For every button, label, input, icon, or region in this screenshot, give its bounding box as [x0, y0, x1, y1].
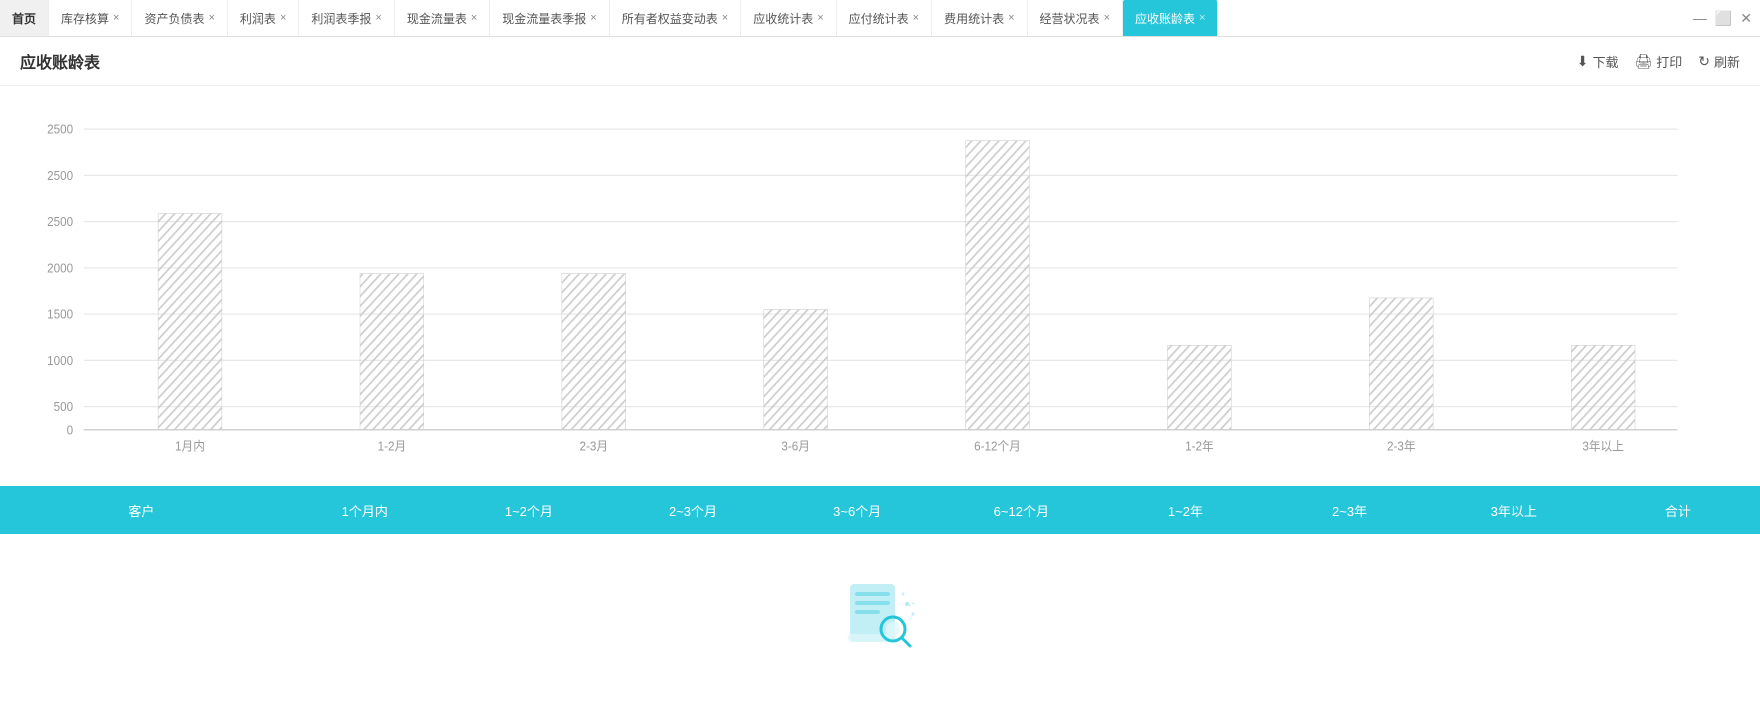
table-header-row: 客户1个月内1~2个月2~3个月3~6个月6~12个月1~2年2~3年3年以上合…: [0, 486, 1760, 534]
tab-label-expense-stats: 费用统计表: [944, 10, 1004, 27]
tab-close-equity[interactable]: ×: [722, 12, 728, 24]
tab-operations[interactable]: 经营状况表 ×: [1028, 0, 1123, 36]
tab-balance-sheet[interactable]: 资产负债表 ×: [132, 0, 227, 36]
aging-chart: 2500 2500 2500 2000 1500 1000 500 0 1月内 …: [20, 106, 1720, 476]
th-6: 1~2年: [1103, 501, 1267, 520]
tab-close-cashflow[interactable]: ×: [471, 12, 477, 24]
svg-text:2-3月: 2-3月: [579, 439, 608, 454]
tab-expense-stats[interactable]: 费用统计表 ×: [932, 0, 1027, 36]
tab-bar: 首页库存核算×资产负债表×利润表×利润表季报×现金流量表×现金流量表季报×所有者…: [0, 0, 1760, 37]
th-8: 3年以上: [1432, 501, 1596, 520]
main-content: 2500 2500 2500 2000 1500 1000 500 0 1月内 …: [0, 86, 1760, 724]
th-5: 6~12个月: [939, 501, 1103, 520]
tab-profit[interactable]: 利润表 ×: [228, 0, 299, 36]
page-header: 应收账龄表 ⬇ 下载 🖨 打印 ↻ 刷新: [0, 37, 1760, 86]
th-3: 2~3个月: [611, 501, 775, 520]
tab-close-balance-sheet[interactable]: ×: [208, 12, 214, 24]
tab-close-ap-stats[interactable]: ×: [913, 12, 919, 24]
tab-label-balance-sheet: 资产负债表: [144, 10, 204, 27]
tab-profit-quarterly[interactable]: 利润表季报 ×: [299, 0, 394, 36]
tab-close-ar-stats[interactable]: ×: [817, 12, 823, 24]
bar-2-3yue: [562, 274, 626, 430]
tab-label-ap-stats: 应付统计表: [849, 10, 909, 27]
svg-text:1000: 1000: [47, 354, 73, 369]
tab-equity[interactable]: 所有者权益变动表 ×: [610, 0, 741, 36]
print-label: 打印: [1656, 52, 1682, 71]
refresh-button[interactable]: ↻ 刷新: [1698, 52, 1740, 71]
svg-text:2-3年: 2-3年: [1387, 439, 1416, 454]
svg-text:1500: 1500: [47, 307, 73, 322]
page-title: 应收账龄表: [20, 49, 100, 73]
tab-cashflow-quarterly[interactable]: 现金流量表季报 ×: [490, 0, 609, 36]
tab-label-ar-aging: 应收账龄表: [1135, 10, 1195, 27]
svg-text:1-2年: 1-2年: [1185, 439, 1214, 454]
svg-text:2500: 2500: [47, 169, 73, 184]
svg-text:2500: 2500: [47, 215, 73, 230]
window-controls: — ⬜ ✕: [1693, 10, 1760, 27]
svg-text:3年以上: 3年以上: [1582, 439, 1624, 454]
minimize-button[interactable]: —: [1693, 10, 1707, 26]
tab-label-equity: 所有者权益变动表: [622, 10, 718, 27]
tab-ar-aging[interactable]: 应收账龄表 ×: [1123, 0, 1218, 36]
tab-label-cashflow: 现金流量表: [407, 10, 467, 27]
empty-icon: [835, 574, 925, 664]
tab-close-operations[interactable]: ×: [1104, 12, 1110, 24]
svg-text:2000: 2000: [47, 261, 73, 276]
tab-close-cashflow-quarterly[interactable]: ×: [590, 12, 596, 24]
tab-close-profit[interactable]: ×: [280, 12, 286, 24]
th-9: 合计: [1596, 501, 1760, 520]
tabs-container: 首页库存核算×资产负债表×利润表×利润表季报×现金流量表×现金流量表季报×所有者…: [0, 0, 1693, 36]
bar-1-2nian: [1168, 345, 1232, 429]
svg-text:2500: 2500: [47, 122, 73, 137]
tab-close-expense-stats[interactable]: ×: [1008, 12, 1014, 24]
download-label: 下载: [1592, 52, 1618, 71]
bar-3nian-above: [1571, 345, 1635, 429]
tab-home[interactable]: 首页: [0, 0, 49, 36]
refresh-icon: ↻: [1698, 53, 1710, 70]
tab-label-inventory: 库存核算: [61, 10, 109, 27]
tab-inventory[interactable]: 库存核算 ×: [49, 0, 132, 36]
svg-text:1-2月: 1-2月: [378, 439, 407, 454]
bar-6-12yue: [966, 141, 1030, 430]
tab-label-operations: 经营状况表: [1040, 10, 1100, 27]
download-button[interactable]: ⬇ 下载: [1577, 52, 1619, 71]
bar-1-2yue: [360, 274, 424, 430]
svg-text:1月内: 1月内: [175, 439, 205, 454]
close-button[interactable]: ✕: [1740, 10, 1752, 27]
bar-3-6yue: [764, 310, 828, 430]
th-2: 1~2个月: [447, 501, 611, 520]
empty-state: [0, 534, 1760, 724]
tab-ap-stats[interactable]: 应付统计表 ×: [837, 0, 932, 36]
print-icon: 🖨: [1634, 53, 1652, 70]
svg-text:0: 0: [67, 423, 74, 438]
th-7: 2~3年: [1268, 501, 1432, 520]
tab-close-inventory[interactable]: ×: [113, 12, 119, 24]
tab-label-home: 首页: [12, 10, 36, 27]
tab-label-profit: 利润表: [240, 10, 276, 27]
tab-close-profit-quarterly[interactable]: ×: [375, 12, 381, 24]
tab-label-profit-quarterly: 利润表季报: [311, 10, 371, 27]
th-0: 客户: [0, 501, 283, 520]
bar-1yue: [158, 214, 222, 430]
download-icon: ⬇: [1577, 53, 1589, 70]
bar-2-3nian: [1369, 298, 1433, 430]
header-actions: ⬇ 下载 🖨 打印 ↻ 刷新: [1577, 52, 1740, 71]
print-button[interactable]: 🖨 打印: [1634, 52, 1682, 71]
th-4: 3~6个月: [775, 501, 939, 520]
tab-close-ar-aging[interactable]: ×: [1199, 12, 1205, 24]
tab-ar-stats[interactable]: 应收统计表 ×: [741, 0, 836, 36]
svg-text:6-12个月: 6-12个月: [974, 439, 1021, 454]
th-1: 1个月内: [283, 501, 447, 520]
tab-label-ar-stats: 应收统计表: [753, 10, 813, 27]
refresh-label: 刷新: [1714, 52, 1740, 71]
tab-cashflow[interactable]: 现金流量表 ×: [395, 0, 490, 36]
svg-text:3-6月: 3-6月: [781, 439, 810, 454]
svg-text:500: 500: [54, 400, 74, 415]
tab-label-cashflow-quarterly: 现金流量表季报: [502, 10, 586, 27]
maximize-button[interactable]: ⬜: [1715, 10, 1732, 27]
chart-area: 2500 2500 2500 2000 1500 1000 500 0 1月内 …: [0, 86, 1760, 486]
